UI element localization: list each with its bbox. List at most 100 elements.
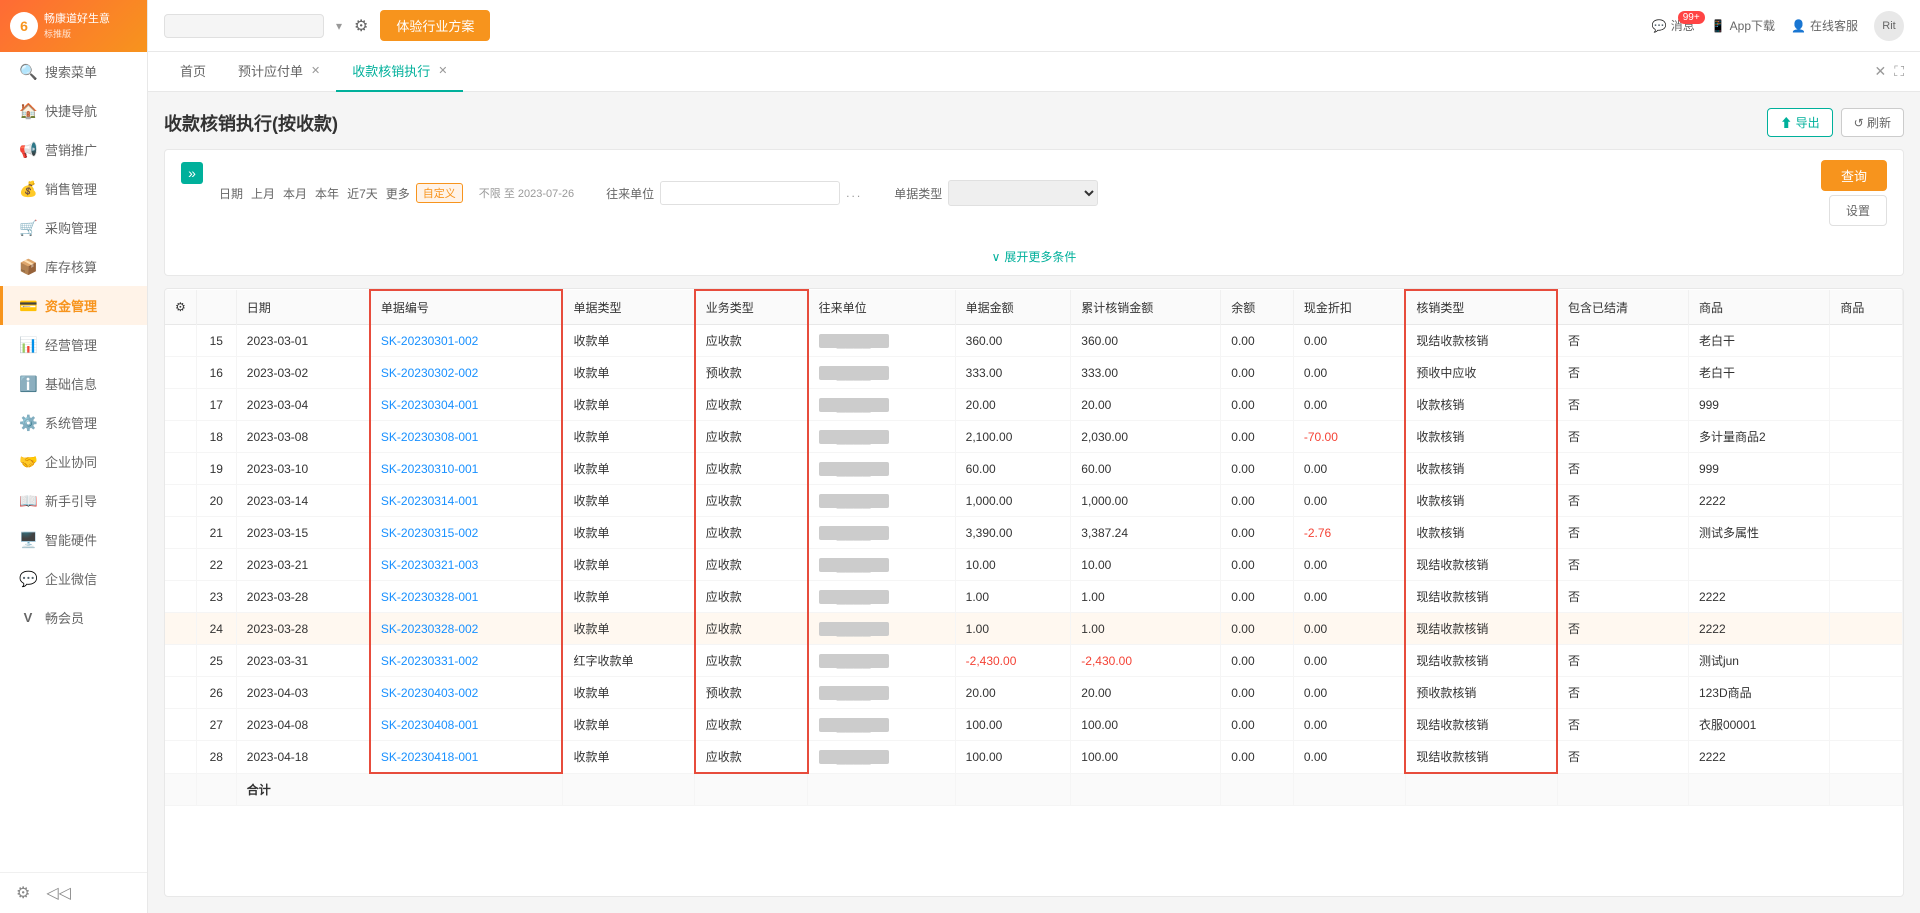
doc-no-link[interactable]: SK-20230302-002 bbox=[381, 366, 478, 380]
table-row[interactable]: 18 2023-03-08 SK-20230308-001 收款单 应收款 ██… bbox=[165, 421, 1903, 453]
cell-doc-no[interactable]: SK-20230315-002 bbox=[370, 517, 563, 549]
cell-doc-no[interactable]: SK-20230328-001 bbox=[370, 581, 563, 613]
cell-doc-no[interactable]: SK-20230308-001 bbox=[370, 421, 563, 453]
tab-pre-payment[interactable]: 预计应付单 ✕ bbox=[222, 52, 336, 92]
doc-no-link[interactable]: SK-20230315-002 bbox=[381, 526, 478, 540]
col-goods[interactable]: 商品 bbox=[1688, 290, 1829, 325]
doc-no-link[interactable]: SK-20230310-001 bbox=[381, 462, 478, 476]
date-custom-btn[interactable]: 自定义 bbox=[416, 183, 463, 203]
table-row[interactable]: 15 2023-03-01 SK-20230301-002 收款单 应收款 ██… bbox=[165, 325, 1903, 357]
table-row[interactable]: 16 2023-03-02 SK-20230302-002 收款单 预收款 ██… bbox=[165, 357, 1903, 389]
sidebar-item-hardware[interactable]: 🖥️ 智能硬件 bbox=[0, 520, 147, 559]
sidebar-item-sales[interactable]: 💰 销售管理 bbox=[0, 169, 147, 208]
doc-no-link[interactable]: SK-20230418-001 bbox=[381, 750, 478, 764]
cell-doc-no[interactable]: SK-20230418-001 bbox=[370, 741, 563, 774]
col-doc-amount[interactable]: 单据金额 bbox=[955, 290, 1071, 325]
expand-more-conditions[interactable]: ∨ 展开更多条件 bbox=[992, 248, 1077, 265]
table-row[interactable]: 26 2023-04-03 SK-20230403-002 收款单 预收款 ██… bbox=[165, 677, 1903, 709]
col-doc-type[interactable]: 单据类型 bbox=[562, 290, 694, 325]
table-row[interactable]: 28 2023-04-18 SK-20230418-001 收款单 应收款 ██… bbox=[165, 741, 1903, 774]
sidebar-item-system[interactable]: ⚙️ 系统管理 bbox=[0, 403, 147, 442]
tab-pre-payment-close[interactable]: ✕ bbox=[311, 64, 320, 77]
col-cash-discount[interactable]: 现金折扣 bbox=[1293, 290, 1405, 325]
sidebar-item-finance[interactable]: 💳 资金管理 bbox=[0, 286, 147, 325]
table-row[interactable]: 22 2023-03-21 SK-20230321-003 收款单 应收款 ██… bbox=[165, 549, 1903, 581]
expand-window-icon[interactable]: ⛶ bbox=[1894, 63, 1904, 80]
query-button[interactable]: 查询 bbox=[1821, 160, 1887, 191]
table-row[interactable]: 24 2023-03-28 SK-20230328-002 收款单 应收款 ██… bbox=[165, 613, 1903, 645]
collapse-icon[interactable]: ◁◁ bbox=[46, 883, 71, 903]
doc-no-link[interactable]: SK-20230308-001 bbox=[381, 430, 478, 444]
export-button[interactable]: ⬆ 导出 bbox=[1767, 108, 1832, 137]
cell-doc-no[interactable]: SK-20230310-001 bbox=[370, 453, 563, 485]
cell-doc-no[interactable]: SK-20230301-002 bbox=[370, 325, 563, 357]
breadcrumb-search[interactable] bbox=[164, 14, 324, 38]
cell-doc-no[interactable]: SK-20230331-002 bbox=[370, 645, 563, 677]
filter-toggle-button[interactable]: » bbox=[181, 162, 203, 184]
table-row[interactable]: 21 2023-03-15 SK-20230315-002 收款单 应收款 ██… bbox=[165, 517, 1903, 549]
doc-no-link[interactable]: SK-20230408-001 bbox=[381, 718, 478, 732]
cell-doc-no[interactable]: SK-20230408-001 bbox=[370, 709, 563, 741]
cell-doc-no[interactable]: SK-20230328-002 bbox=[370, 613, 563, 645]
doc-no-link[interactable]: SK-20230331-002 bbox=[381, 654, 478, 668]
doc-no-link[interactable]: SK-20230304-001 bbox=[381, 398, 478, 412]
sidebar-item-guide[interactable]: 📖 新手引导 bbox=[0, 481, 147, 520]
col-cum-writeoff[interactable]: 累计核销金额 bbox=[1071, 290, 1221, 325]
cell-doc-no[interactable]: SK-20230304-001 bbox=[370, 389, 563, 421]
table-row[interactable]: 17 2023-03-04 SK-20230304-001 收款单 应收款 ██… bbox=[165, 389, 1903, 421]
messages-area[interactable]: 💬 消息 99+ bbox=[1652, 17, 1695, 34]
sidebar-item-member[interactable]: V 畅会员 bbox=[0, 598, 147, 637]
app-download-area[interactable]: 📱 App下载 bbox=[1711, 17, 1775, 34]
col-settings[interactable]: ⚙ bbox=[165, 290, 196, 325]
sidebar-item-purchase[interactable]: 🛒 采购管理 bbox=[0, 208, 147, 247]
cell-doc-no[interactable]: SK-20230321-003 bbox=[370, 549, 563, 581]
doc-no-link[interactable]: SK-20230403-002 bbox=[381, 686, 478, 700]
tab-home[interactable]: 首页 bbox=[164, 52, 222, 92]
doc-type-filter-select[interactable] bbox=[948, 180, 1098, 206]
col-goods2[interactable]: 商品 bbox=[1830, 290, 1903, 325]
sidebar-item-search[interactable]: 🔍 搜索菜单 bbox=[0, 52, 147, 91]
dropdown-arrow-icon[interactable]: ▾ bbox=[336, 19, 342, 33]
col-date[interactable]: 日期 bbox=[236, 290, 370, 325]
sidebar-item-inventory[interactable]: 📦 库存核算 bbox=[0, 247, 147, 286]
online-service-area[interactable]: 👤 在线客服 bbox=[1791, 17, 1858, 34]
cell-doc-no[interactable]: SK-20230302-002 bbox=[370, 357, 563, 389]
table-row[interactable]: 20 2023-03-14 SK-20230314-001 收款单 应收款 ██… bbox=[165, 485, 1903, 517]
tab-collection-close[interactable]: ✕ bbox=[438, 64, 447, 77]
date-7days[interactable]: 近7天 bbox=[345, 184, 380, 203]
solution-button[interactable]: 体验行业方案 bbox=[380, 10, 490, 41]
close-window-icon[interactable]: ✕ bbox=[1874, 63, 1886, 80]
table-row[interactable]: 27 2023-04-08 SK-20230408-001 收款单 应收款 ██… bbox=[165, 709, 1903, 741]
date-more[interactable]: 更多 bbox=[384, 184, 412, 203]
sidebar-item-marketing[interactable]: 📢 营销推广 bbox=[0, 130, 147, 169]
table-row[interactable]: 19 2023-03-10 SK-20230310-001 收款单 应收款 ██… bbox=[165, 453, 1903, 485]
col-balance[interactable]: 余额 bbox=[1221, 290, 1294, 325]
settings-filter-button[interactable]: 设置 bbox=[1829, 195, 1887, 226]
table-row[interactable]: 23 2023-03-28 SK-20230328-001 收款单 应收款 ██… bbox=[165, 581, 1903, 613]
col-partner[interactable]: 往来单位 bbox=[808, 290, 956, 325]
table-row[interactable]: 25 2023-03-31 SK-20230331-002 红字收款单 应收款 … bbox=[165, 645, 1903, 677]
doc-no-link[interactable]: SK-20230301-002 bbox=[381, 334, 478, 348]
cell-doc-no[interactable]: SK-20230314-001 bbox=[370, 485, 563, 517]
refresh-button[interactable]: ↺ 刷新 bbox=[1841, 108, 1904, 137]
partner-filter-input[interactable] bbox=[660, 181, 840, 205]
settings-gear-icon[interactable]: ⚙ bbox=[16, 883, 30, 903]
date-this-month[interactable]: 本月 bbox=[281, 184, 309, 203]
doc-no-link[interactable]: SK-20230328-001 bbox=[381, 590, 478, 604]
col-biz-type[interactable]: 业务类型 bbox=[695, 290, 808, 325]
col-writeoff-type[interactable]: 核销类型 bbox=[1405, 290, 1557, 325]
tab-collection[interactable]: 收款核销执行 ✕ bbox=[336, 52, 463, 92]
sidebar-item-company[interactable]: 🤝 企业协同 bbox=[0, 442, 147, 481]
gear-settings-icon[interactable]: ⚙ bbox=[354, 16, 368, 36]
sidebar-item-wechat[interactable]: 💬 企业微信 bbox=[0, 559, 147, 598]
doc-no-link[interactable]: SK-20230328-002 bbox=[381, 622, 478, 636]
sidebar-item-basic[interactable]: ℹ️ 基础信息 bbox=[0, 364, 147, 403]
cell-doc-no[interactable]: SK-20230403-002 bbox=[370, 677, 563, 709]
col-doc-no[interactable]: 单据编号 bbox=[370, 290, 563, 325]
sidebar-item-operations[interactable]: 📊 经营管理 bbox=[0, 325, 147, 364]
sidebar-item-quick-nav[interactable]: 🏠 快捷导航 bbox=[0, 91, 147, 130]
doc-no-link[interactable]: SK-20230321-003 bbox=[381, 558, 478, 572]
col-include-settled[interactable]: 包含已结清 bbox=[1557, 290, 1688, 325]
date-last-month[interactable]: 上月 bbox=[249, 184, 277, 203]
doc-no-link[interactable]: SK-20230314-001 bbox=[381, 494, 478, 508]
